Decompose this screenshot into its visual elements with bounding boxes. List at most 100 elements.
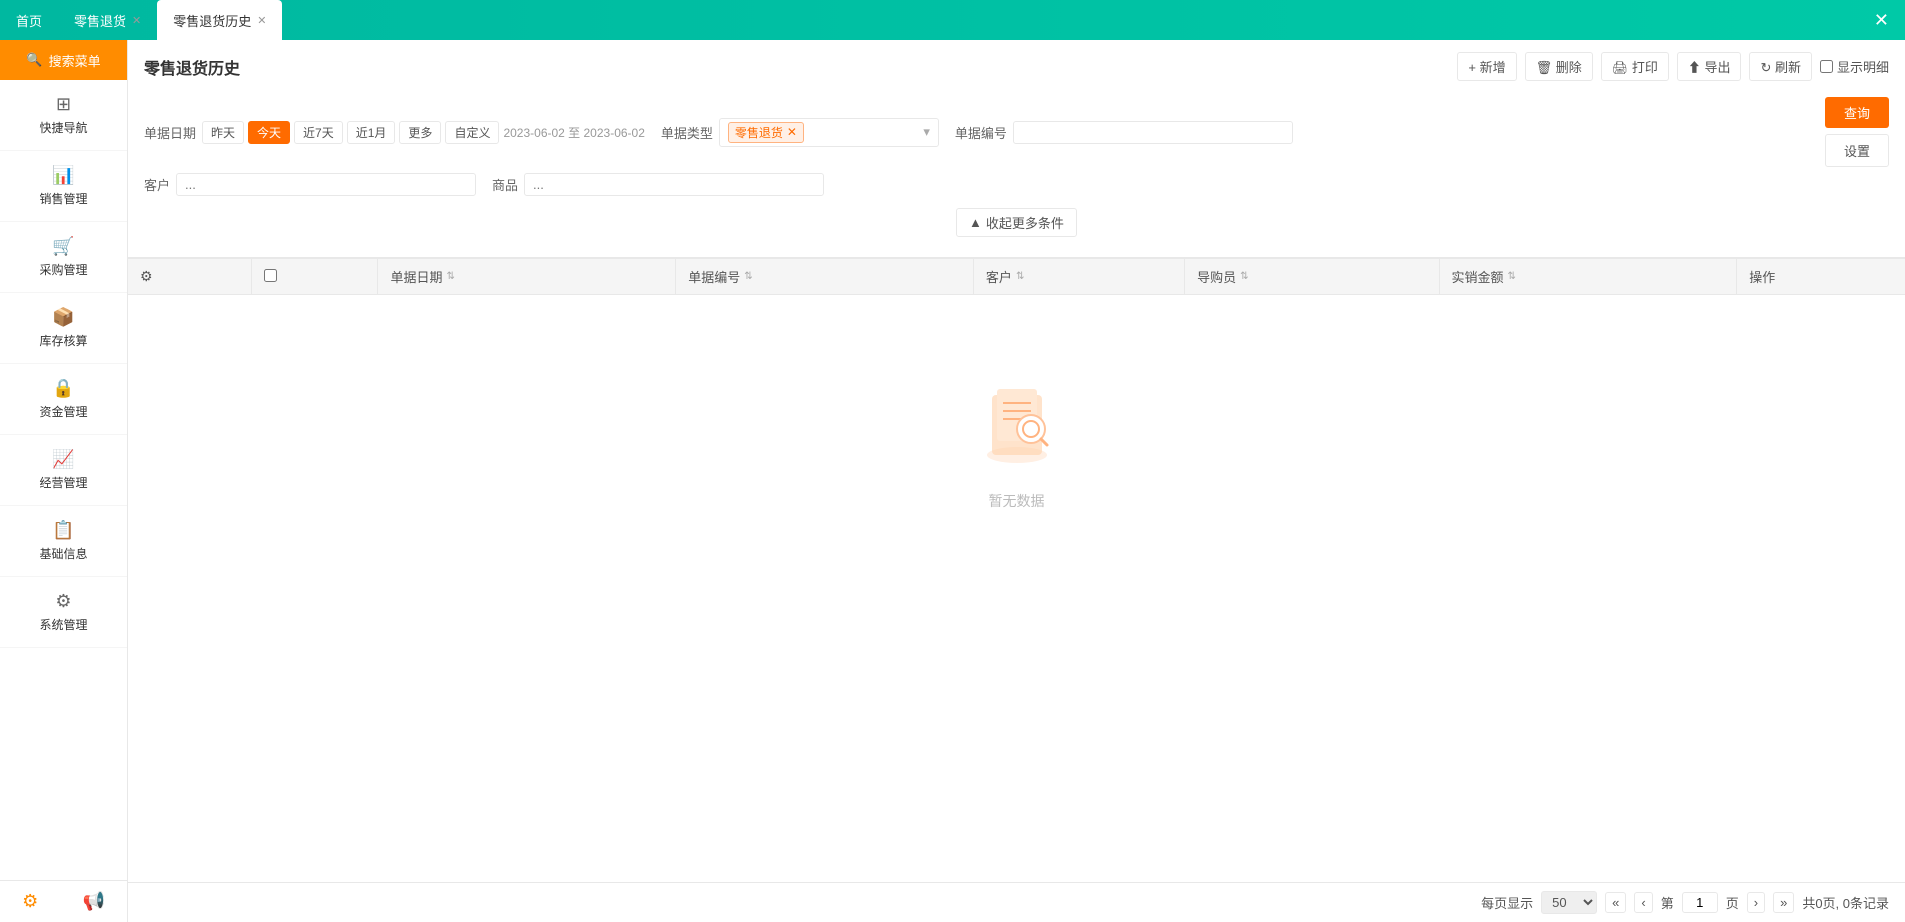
purchase-icon: 🛒 — [52, 236, 74, 257]
th-amount[interactable]: 实销金额 ⇅ — [1439, 259, 1737, 295]
doc-type-label: 单据类型 — [661, 123, 713, 142]
th-customer[interactable]: 客户 ⇅ — [973, 259, 1184, 295]
customer-input[interactable] — [176, 173, 476, 196]
date-btn-更多[interactable]: 更多 — [399, 121, 441, 144]
sidebar-item-system[interactable]: ⚙ 系统管理 — [0, 577, 127, 648]
select-all-checkbox[interactable] — [264, 269, 277, 282]
goods-filter-item: 商品 — [492, 173, 824, 196]
new-button[interactable]: + 新增 — [1457, 52, 1516, 81]
date-btn-昨天[interactable]: 昨天 — [202, 121, 244, 144]
date-btn-自定义[interactable]: 自定义 — [445, 121, 499, 144]
first-page-button[interactable]: « — [1605, 892, 1626, 913]
page-label: 第 — [1661, 893, 1674, 912]
refresh-button[interactable]: ↻ 刷新 — [1749, 52, 1812, 81]
inventory-icon: 📦 — [52, 307, 74, 328]
next-page-button[interactable]: › — [1747, 892, 1765, 913]
th-ops: 操作 — [1737, 259, 1905, 295]
sidebar-label-sales: 销售管理 — [39, 190, 87, 207]
sidebar-item-basic-info[interactable]: 📋 基础信息 — [0, 506, 127, 577]
sort-icon-amount[interactable]: ⇅ — [1508, 271, 1516, 282]
tab-close-icon[interactable]: ✕ — [257, 14, 266, 27]
show-detail-checkbox[interactable]: 显示明细 — [1820, 57, 1889, 76]
page-num-input[interactable] — [1682, 892, 1718, 913]
doc-num-filter-item: 单据编号 — [955, 121, 1293, 144]
date-btn-近7天[interactable]: 近7天 — [294, 121, 343, 144]
collapse-button[interactable]: ▲ 收起更多条件 — [956, 208, 1077, 237]
doc-type-tag: 零售退货 ✕ — [728, 122, 804, 143]
col-label-guide: 导购员 — [1197, 267, 1236, 286]
page-header: 零售退货历史 + 新增 🗑 删除 🖨 打印 ⬆ 导出 ↻ 刷新 显示明细 — [128, 40, 1905, 258]
sort-icon-guide[interactable]: ⇅ — [1240, 271, 1248, 282]
sidebar-item-purchase[interactable]: 🛒 采购管理 — [0, 222, 127, 293]
query-button[interactable]: 查询 — [1825, 97, 1889, 128]
sidebar-items: ⊞ 快捷导航 📊 销售管理 🛒 采购管理 📦 库存核算 🔒 资金管理 📈 经营管… — [0, 80, 127, 880]
date-label: 单据日期 — [144, 123, 196, 142]
data-table: ⚙ 单据日期⇅ 单据编号 ⇅ 客户 ⇅ 导购员 ⇅ 实销金额 ⇅ 操作 — [128, 259, 1905, 295]
export-button[interactable]: ⬆ 导出 — [1677, 52, 1742, 81]
doc-num-input[interactable] — [1013, 121, 1293, 144]
sales-icon: 📊 — [52, 165, 74, 186]
col-label-docNum: 单据编号 — [688, 267, 740, 286]
sidebar-search-label: 搜索菜单 — [49, 51, 101, 70]
delete-button[interactable]: 🗑 删除 — [1525, 52, 1593, 81]
th-docNum[interactable]: 单据编号 ⇅ — [676, 259, 974, 295]
per-page-label: 每页显示 — [1481, 893, 1533, 912]
per-page-select[interactable]: 102050100 — [1541, 891, 1597, 914]
top-tabs: 首页零售退货✕零售退货历史✕ — [0, 0, 1858, 40]
top-tab-零售退货历史[interactable]: 零售退货历史✕ — [157, 0, 282, 40]
table-settings-icon[interactable]: ⚙ — [140, 268, 153, 284]
col-label-customer: 客户 — [986, 267, 1012, 286]
sort-icon-customer[interactable]: ⇅ — [1016, 271, 1024, 282]
chevron-down-icon: ▾ — [923, 124, 930, 140]
search-icon: 🔍 — [26, 52, 42, 68]
operations-icon: 📈 — [52, 449, 74, 470]
prev-page-button[interactable]: ‹ — [1634, 892, 1652, 913]
date-filters: 昨天今天近7天近1月更多自定义2023-06-02 至 2023-06-02 — [202, 121, 645, 144]
date-btn-今天[interactable]: 今天 — [248, 121, 290, 144]
sidebar-item-operations[interactable]: 📈 经营管理 — [0, 435, 127, 506]
th-guide[interactable]: 导购员 ⇅ — [1185, 259, 1439, 295]
doc-type-select[interactable]: 零售退货 ✕ ▾ — [719, 118, 939, 147]
toolbar: + 新增 🗑 删除 🖨 打印 ⬆ 导出 ↻ 刷新 显示明细 — [1457, 52, 1889, 81]
page-unit-label: 页 — [1726, 893, 1739, 912]
mute-icon[interactable]: 📢 — [82, 891, 104, 912]
query-buttons: 查询 设置 — [1825, 97, 1889, 167]
th-settings: ⚙ — [128, 259, 251, 295]
sidebar-item-sales[interactable]: 📊 销售管理 — [0, 151, 127, 222]
system-icon: ⚙ — [55, 591, 71, 612]
filter-row-2: 客户 商品 — [144, 173, 1889, 202]
show-detail-input[interactable] — [1820, 60, 1833, 73]
sort-icon-docNum[interactable]: ⇅ — [744, 271, 752, 282]
filter-row-1: 单据日期 昨天今天近7天近1月更多自定义2023-06-02 至 2023-06… — [144, 91, 1889, 173]
print-button[interactable]: 🖨 打印 — [1601, 52, 1669, 81]
goods-label: 商品 — [492, 175, 518, 194]
goods-input[interactable] — [524, 173, 824, 196]
tab-close-icon[interactable]: ✕ — [132, 14, 141, 27]
page-title-row: 零售退货历史 + 新增 🗑 删除 🖨 打印 ⬆ 导出 ↻ 刷新 显示明细 — [144, 52, 1889, 81]
sort-icon-docDate[interactable]: ⇅ — [446, 271, 454, 282]
top-tab-首页[interactable]: 首页 — [0, 0, 58, 40]
date-btn-近1月[interactable]: 近1月 — [347, 121, 396, 144]
date-range: 2023-06-02 至 2023-06-02 — [503, 124, 644, 141]
col-label-amount: 实销金额 — [1452, 267, 1504, 286]
th-docDate[interactable]: 单据日期⇅ — [378, 259, 676, 295]
doc-type-tag-remove[interactable]: ✕ — [787, 125, 797, 139]
last-page-button[interactable]: » — [1773, 892, 1794, 913]
customer-filter-item: 客户 — [144, 173, 476, 196]
main-layout: 🔍 搜索菜单 ⊞ 快捷导航 📊 销售管理 🛒 采购管理 📦 库存核算 🔒 资金管… — [0, 40, 1905, 922]
sidebar-item-quick-nav[interactable]: ⊞ 快捷导航 — [0, 80, 127, 151]
show-detail-label: 显示明细 — [1837, 57, 1889, 76]
sidebar-label-system: 系统管理 — [39, 616, 87, 633]
top-tab-零售退货[interactable]: 零售退货✕ — [58, 0, 157, 40]
table-area: ⚙单据日期⇅单据编号⇅客户⇅导购员⇅实销金额⇅操作 暂 — [128, 258, 1905, 882]
settings-icon[interactable]: ⚙ — [22, 891, 38, 912]
sidebar-label-basic-info: 基础信息 — [39, 545, 87, 562]
content-area: 零售退货历史 + 新增 🗑 删除 🖨 打印 ⬆ 导出 ↻ 刷新 显示明细 — [128, 40, 1905, 922]
pagination-bar: 每页显示 102050100 « ‹ 第 页 › » 共0页, 0条记录 — [128, 882, 1905, 922]
sidebar-search-button[interactable]: 🔍 搜索菜单 — [0, 40, 127, 80]
window-close-button[interactable]: ✕ — [1858, 0, 1905, 40]
sidebar-label-inventory: 库存核算 — [39, 332, 87, 349]
sidebar-item-inventory[interactable]: 📦 库存核算 — [0, 293, 127, 364]
sidebar-item-finance[interactable]: 🔒 资金管理 — [0, 364, 127, 435]
settings-button[interactable]: 设置 — [1825, 134, 1889, 167]
